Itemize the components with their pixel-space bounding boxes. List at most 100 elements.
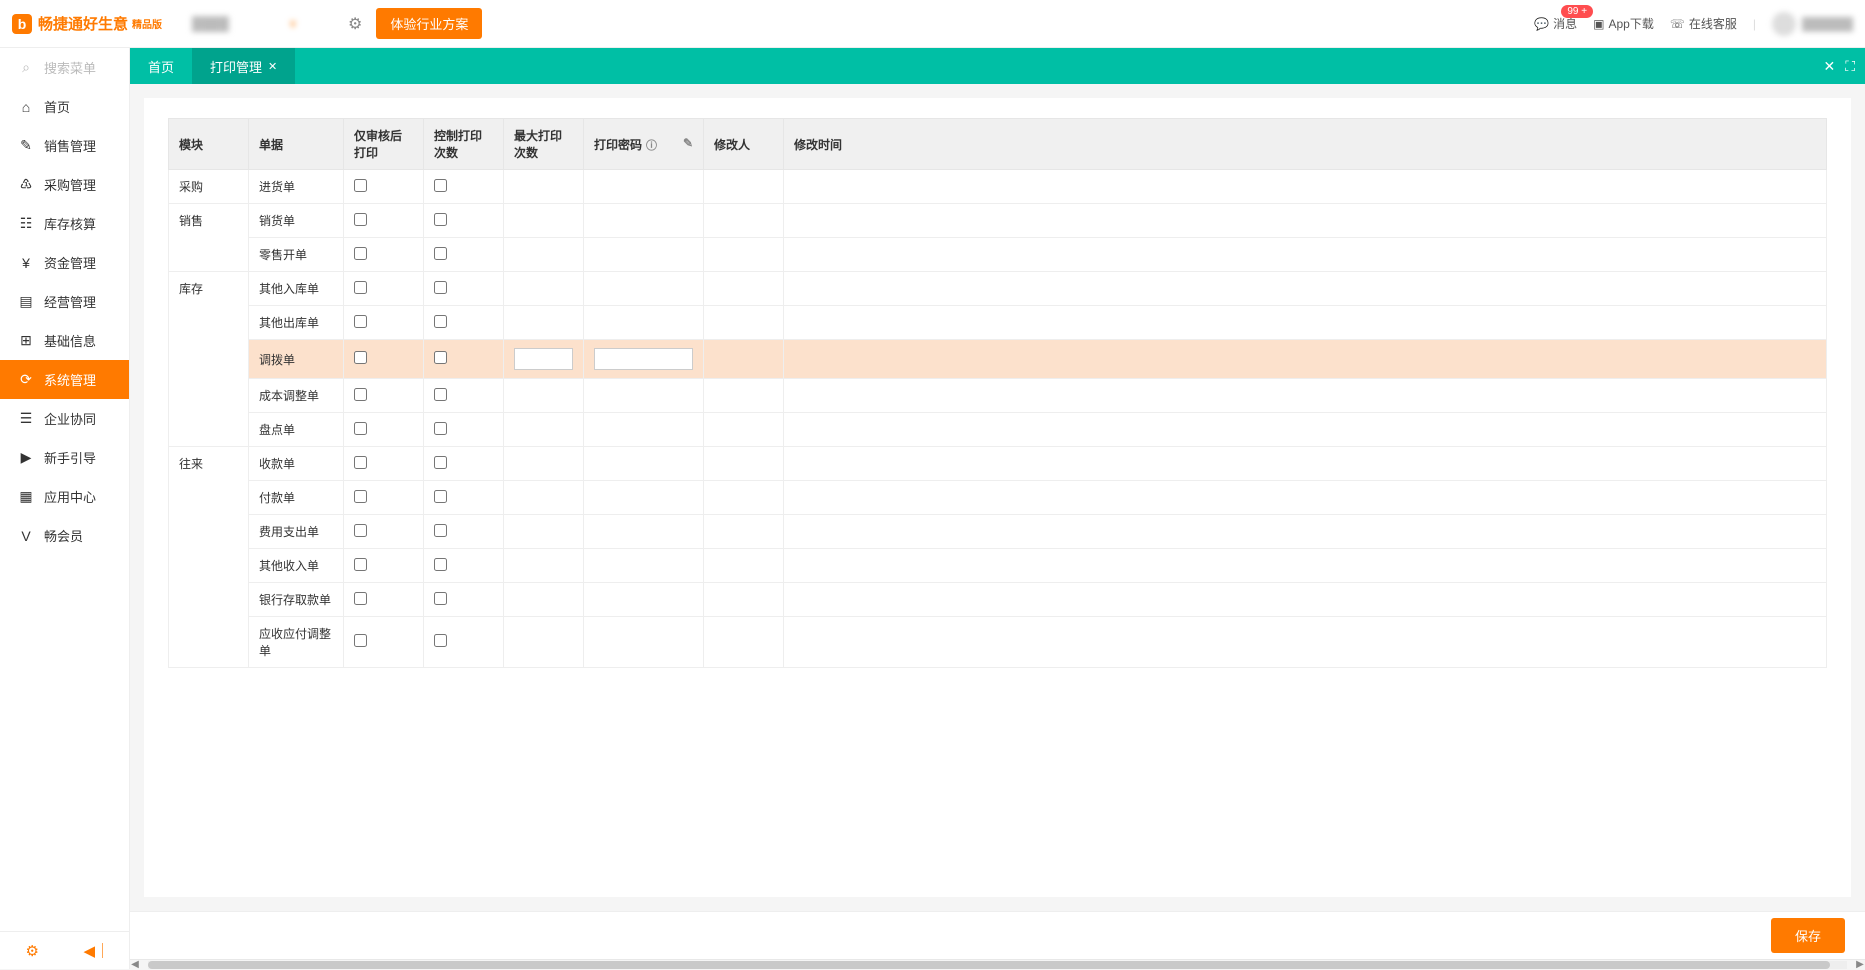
checkbox[interactable] (434, 592, 447, 605)
checkbox[interactable] (354, 558, 367, 571)
checkbox[interactable] (354, 634, 367, 647)
audit-only-cell (344, 413, 424, 447)
online-service-link[interactable]: ☏ 在线客服 (1670, 15, 1737, 32)
checkbox[interactable] (354, 247, 367, 260)
checkbox[interactable] (354, 179, 367, 192)
save-button[interactable]: 保存 (1771, 918, 1845, 953)
app-download-link[interactable]: ▣ App下载 (1593, 15, 1654, 32)
sidebar-icon: ▶ (18, 449, 34, 466)
sidebar-item-3[interactable]: ♳采购管理 (0, 165, 129, 204)
sidebar-item-label: 资金管理 (44, 253, 96, 272)
tab-1[interactable]: 打印管理 ✕ (192, 48, 295, 84)
checkbox[interactable] (434, 388, 447, 401)
tab-label: 打印管理 (210, 57, 262, 76)
max-count-cell (504, 549, 584, 583)
topbar-right: 💬 消息 99 + ▣ App下载 ☏ 在线客服 | ██████ (1534, 12, 1853, 36)
column-label: 模块 (179, 138, 203, 152)
checkbox[interactable] (354, 456, 367, 469)
checkbox[interactable] (434, 490, 447, 503)
user-menu[interactable]: ██████ (1772, 12, 1853, 36)
scroll-left-icon[interactable]: ◀ (130, 960, 140, 970)
column-header: 最大打印次数 (504, 119, 584, 170)
checkbox[interactable] (434, 558, 447, 571)
checkbox[interactable] (434, 213, 447, 226)
sidebar-collapse-button[interactable]: ◀｜ (65, 932, 130, 969)
checkbox[interactable] (434, 634, 447, 647)
scroll-right-icon[interactable]: ▶ (1855, 960, 1865, 970)
checkbox[interactable] (434, 422, 447, 435)
gear-icon[interactable]: ⚙ (348, 14, 362, 34)
tab-0[interactable]: 首页 (130, 48, 192, 84)
checkbox[interactable] (354, 213, 367, 226)
industry-cta-button[interactable]: 体验行业方案 (376, 8, 482, 39)
checkbox[interactable] (354, 422, 367, 435)
org-selector[interactable]: ████ ∨ (192, 16, 332, 31)
online-service-label: 在线客服 (1689, 15, 1737, 32)
sidebar-item-11[interactable]: ▦应用中心 (0, 477, 129, 516)
checkbox[interactable] (434, 179, 447, 192)
sidebar-item-1[interactable]: ⌂首页 (0, 87, 129, 126)
checkbox[interactable] (354, 351, 367, 364)
sidebar-item-label: 系统管理 (44, 370, 96, 389)
limit-count-cell (424, 204, 504, 238)
checkbox[interactable] (434, 247, 447, 260)
checkbox[interactable] (434, 456, 447, 469)
password-cell (584, 515, 704, 549)
sidebar-item-label: 销售管理 (44, 136, 96, 155)
sidebar-item-7[interactable]: ⊞基础信息 (0, 321, 129, 360)
sidebar-item-5[interactable]: ¥资金管理 (0, 243, 129, 282)
password-cell (584, 238, 704, 272)
print-manage-panel: 模块单据仅审核后打印控制打印次数最大打印次数打印密码ⓘ✎修改人修改时间 采购进货… (144, 98, 1851, 897)
checkbox[interactable] (434, 524, 447, 537)
user-label: ██████ (1802, 17, 1853, 31)
brand-name: 畅捷通好生意 (38, 13, 128, 34)
password-cell (584, 447, 704, 481)
messages-link[interactable]: 💬 消息 99 + (1534, 15, 1577, 32)
horizontal-scrollbar[interactable]: ◀ ▶ (130, 959, 1865, 969)
sidebar-item-4[interactable]: ☷库存核算 (0, 204, 129, 243)
org-name: ████ (192, 16, 229, 31)
module-cell: 往来 (169, 447, 249, 668)
limit-count-cell (424, 549, 504, 583)
checkbox[interactable] (434, 281, 447, 294)
sidebar-item-10[interactable]: ▶新手引导 (0, 438, 129, 477)
doc-cell: 银行存取款单 (249, 583, 344, 617)
checkbox[interactable] (354, 315, 367, 328)
cell-input[interactable] (594, 348, 693, 370)
sidebar-item-6[interactable]: ▤经营管理 (0, 282, 129, 321)
doc-cell: 进货单 (249, 170, 344, 204)
password-cell (584, 583, 704, 617)
sidebar-item-0[interactable]: ⌕搜索菜单 (0, 48, 129, 87)
scroll-thumb[interactable] (148, 961, 1830, 969)
column-label: 仅审核后打印 (354, 129, 402, 160)
column-header: 单据 (249, 119, 344, 170)
modifier-cell (704, 515, 784, 549)
scroll-track[interactable] (148, 961, 1847, 969)
sidebar-item-9[interactable]: ☰企业协同 (0, 399, 129, 438)
checkbox[interactable] (354, 388, 367, 401)
help-icon[interactable]: ⓘ (646, 140, 657, 152)
checkbox[interactable] (434, 351, 447, 364)
sidebar-settings-button[interactable]: ⚙ (0, 932, 65, 969)
sidebar-item-2[interactable]: ✎销售管理 (0, 126, 129, 165)
checkbox[interactable] (354, 592, 367, 605)
close-icon[interactable]: ✕ (268, 60, 277, 73)
cell-input[interactable] (514, 348, 573, 370)
sidebar-item-12[interactable]: V畅会员 (0, 516, 129, 555)
checkbox[interactable] (354, 524, 367, 537)
brand-edition: 精品版 (132, 16, 162, 31)
checkbox[interactable] (354, 490, 367, 503)
edit-icon[interactable]: ✎ (683, 136, 693, 150)
column-label: 修改人 (714, 138, 750, 152)
checkbox[interactable] (354, 281, 367, 294)
limit-count-cell (424, 272, 504, 306)
checkbox[interactable] (434, 315, 447, 328)
tab-close-all-icon[interactable]: ✕ (1823, 58, 1835, 75)
limit-count-cell (424, 447, 504, 481)
limit-count-cell (424, 306, 504, 340)
table-row: 调拨单 (169, 340, 1827, 379)
sidebar-item-8[interactable]: ⟳系统管理 (0, 360, 129, 399)
sidebar-icon: ♳ (18, 176, 34, 193)
fullscreen-icon[interactable]: ⛶ (1845, 58, 1855, 75)
password-cell (584, 306, 704, 340)
